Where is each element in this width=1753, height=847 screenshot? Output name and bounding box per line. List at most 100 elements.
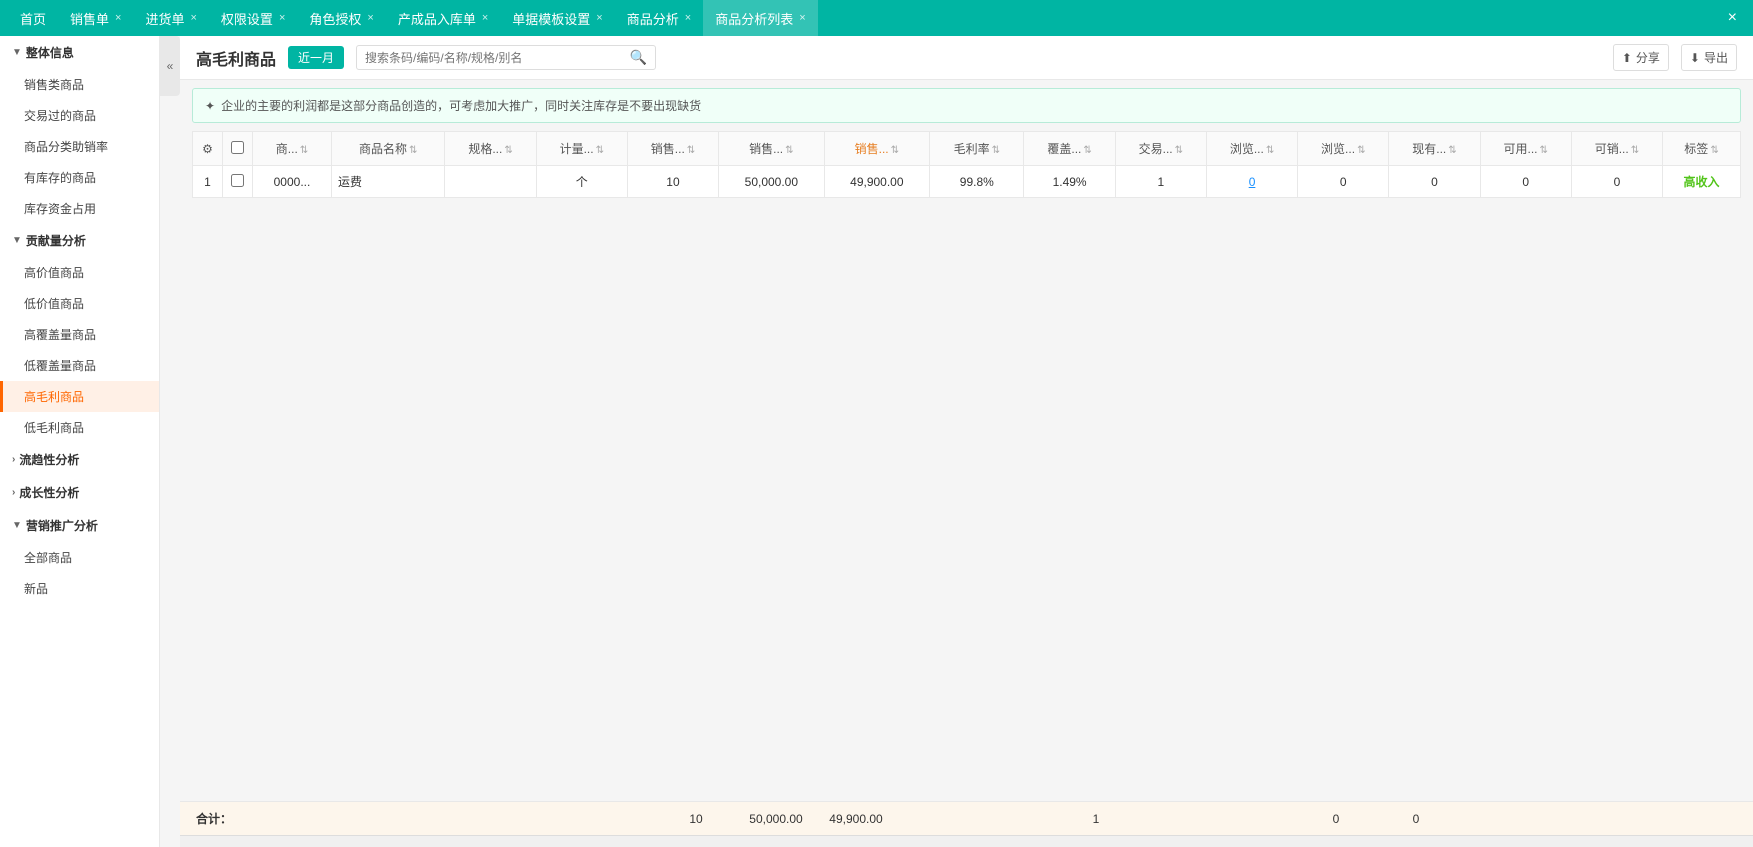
search-icon[interactable]: 🔍 bbox=[630, 49, 647, 66]
nav-item-analysis-list[interactable]: 商品分析列表 × bbox=[703, 0, 817, 36]
close-app-button[interactable]: × bbox=[1720, 9, 1745, 27]
td-sales2: 50,000.00 bbox=[719, 166, 825, 198]
th-available[interactable]: 可用...⇅ bbox=[1480, 132, 1571, 166]
close-template-tab[interactable]: × bbox=[596, 12, 602, 24]
sidebar-item-traded-goods[interactable]: 交易过的商品 bbox=[0, 100, 159, 131]
td-tag: 高收入 bbox=[1663, 166, 1741, 198]
td-unit: 个 bbox=[536, 166, 627, 198]
th-settings[interactable]: ⚙ bbox=[193, 132, 223, 166]
sidebar-section-contribution[interactable]: ▼ 贡献量分析 bbox=[0, 224, 159, 257]
nav-item-permission[interactable]: 权限设置 × bbox=[209, 0, 297, 36]
td-index: 1 bbox=[193, 166, 223, 198]
info-icon: ✦ bbox=[205, 99, 215, 113]
content-header: 高毛利商品 近一月 🔍 ⬆ 分享 ⬇ 导出 bbox=[180, 36, 1753, 80]
info-banner: ✦ 企业的主要的利润都是这部分商品创造的，可考虑加大推广，同时关注库存是不要出现… bbox=[192, 88, 1741, 123]
sidebar-item-stock-fund[interactable]: 库存资金占用 bbox=[0, 193, 159, 224]
th-trade[interactable]: 交易...⇅ bbox=[1115, 132, 1206, 166]
sidebar: ▼ 整体信息 销售类商品 交易过的商品 商品分类助销率 有库存的商品 库存资金占… bbox=[0, 36, 160, 847]
td-coverage: 1.49% bbox=[1024, 166, 1115, 198]
td-code: 0000... bbox=[253, 166, 332, 198]
sidebar-item-new-goods[interactable]: 新品 bbox=[0, 573, 159, 604]
sidebar-section-overall[interactable]: ▼ 整体信息 bbox=[0, 36, 159, 69]
sidebar-collapse-button[interactable]: « bbox=[160, 36, 180, 96]
th-gross-rate[interactable]: 毛利率⇅ bbox=[930, 132, 1024, 166]
close-role-tab[interactable]: × bbox=[367, 12, 373, 24]
close-analysis-tab[interactable]: × bbox=[685, 12, 691, 24]
th-tag[interactable]: 标签⇅ bbox=[1663, 132, 1741, 166]
th-unit[interactable]: 计量...⇅ bbox=[536, 132, 627, 166]
td-checkbox[interactable] bbox=[223, 166, 253, 198]
td-saleable: 0 bbox=[1571, 166, 1662, 198]
share-button[interactable]: ⬆ 分享 bbox=[1613, 44, 1669, 71]
close-permission-tab[interactable]: × bbox=[279, 12, 285, 24]
nav-item-home[interactable]: 首页 bbox=[8, 0, 58, 36]
close-product-in-tab[interactable]: × bbox=[482, 12, 488, 24]
th-code[interactable]: 商...⇅ bbox=[253, 132, 332, 166]
close-sales-tab[interactable]: × bbox=[115, 12, 121, 24]
td-sales3: 49,900.00 bbox=[824, 166, 930, 198]
footer-trade: 1 bbox=[1056, 812, 1136, 826]
sidebar-section-contribution-items: 高价值商品 低价值商品 高覆盖量商品 低覆盖量商品 高毛利商品 低毛利商品 bbox=[0, 257, 159, 443]
nav-item-sales[interactable]: 销售单 × bbox=[58, 0, 133, 36]
sidebar-item-all-goods[interactable]: 全部商品 bbox=[0, 542, 159, 573]
nav-item-template[interactable]: 单据模板设置 × bbox=[500, 0, 614, 36]
search-box: 🔍 bbox=[356, 45, 656, 70]
sidebar-item-high-margin[interactable]: 高毛利商品 bbox=[0, 381, 159, 412]
table-header-row: ⚙ 商...⇅ 商品名称⇅ 规格...⇅ 计量...⇅ 销售...⇅ 销售...… bbox=[193, 132, 1741, 166]
td-browse2: 0 bbox=[1298, 166, 1389, 198]
footer-sales3: 49,900.00 bbox=[816, 812, 896, 826]
td-browse1[interactable]: 0 bbox=[1206, 166, 1297, 198]
th-current[interactable]: 现有...⇅ bbox=[1389, 132, 1480, 166]
export-icon: ⬇ bbox=[1690, 51, 1700, 65]
th-sales1[interactable]: 销售...⇅ bbox=[627, 132, 718, 166]
footer-totals: 合计： 10 50,000.00 49,900.00 1 0 0 bbox=[180, 801, 1753, 835]
sidebar-item-high-value[interactable]: 高价值商品 bbox=[0, 257, 159, 288]
nav-item-analysis[interactable]: 商品分析 × bbox=[615, 0, 703, 36]
td-gross-rate: 99.8% bbox=[930, 166, 1024, 198]
sidebar-section-flow[interactable]: › 流趋性分析 bbox=[0, 443, 159, 476]
sidebar-item-low-value[interactable]: 低价值商品 bbox=[0, 288, 159, 319]
th-sales3[interactable]: 销售...⇅ bbox=[824, 132, 930, 166]
section-arrow-growth: › bbox=[12, 487, 15, 498]
sidebar-section-overall-items: 销售类商品 交易过的商品 商品分类助销率 有库存的商品 库存资金占用 bbox=[0, 69, 159, 224]
search-input[interactable] bbox=[365, 51, 624, 65]
footer-label: 合计： bbox=[196, 810, 256, 827]
top-navigation: 首页 销售单 × 进货单 × 权限设置 × 角色授权 × 产成品入库单 × 单据… bbox=[0, 0, 1753, 36]
td-sales1: 10 bbox=[627, 166, 718, 198]
th-coverage[interactable]: 覆盖...⇅ bbox=[1024, 132, 1115, 166]
sidebar-section-marketing-items: 全部商品 新品 bbox=[0, 542, 159, 604]
nav-item-product-in[interactable]: 产成品入库单 × bbox=[386, 0, 500, 36]
sidebar-wrapper: ▼ 整体信息 销售类商品 交易过的商品 商品分类助销率 有库存的商品 库存资金占… bbox=[0, 36, 180, 847]
nav-item-purchase[interactable]: 进货单 × bbox=[133, 0, 208, 36]
close-analysis-list-tab[interactable]: × bbox=[799, 12, 805, 24]
sidebar-item-category-rate[interactable]: 商品分类助销率 bbox=[0, 131, 159, 162]
bottom-scrollbar[interactable] bbox=[180, 835, 1753, 847]
select-all-checkbox[interactable] bbox=[231, 141, 244, 154]
td-current: 0 bbox=[1389, 166, 1480, 198]
nav-item-role[interactable]: 角色授权 × bbox=[297, 0, 385, 36]
th-checkbox[interactable] bbox=[223, 132, 253, 166]
section-arrow-contribution: ▼ bbox=[12, 235, 22, 246]
sidebar-item-low-margin[interactable]: 低毛利商品 bbox=[0, 412, 159, 443]
sidebar-item-stock-goods[interactable]: 有库存的商品 bbox=[0, 162, 159, 193]
th-browse2[interactable]: 浏览...⇅ bbox=[1298, 132, 1389, 166]
th-saleable[interactable]: 可销...⇅ bbox=[1571, 132, 1662, 166]
th-spec[interactable]: 规格...⇅ bbox=[445, 132, 536, 166]
td-spec bbox=[445, 166, 536, 198]
period-button[interactable]: 近一月 bbox=[288, 46, 344, 69]
footer-sales1: 10 bbox=[656, 812, 736, 826]
sidebar-section-marketing[interactable]: ▼ 营销推广分析 bbox=[0, 509, 159, 542]
section-arrow-overall: ▼ bbox=[12, 47, 22, 58]
th-sales2[interactable]: 销售...⇅ bbox=[719, 132, 825, 166]
th-name[interactable]: 商品名称⇅ bbox=[331, 132, 444, 166]
sidebar-item-low-coverage[interactable]: 低覆盖量商品 bbox=[0, 350, 159, 381]
th-browse1[interactable]: 浏览...⇅ bbox=[1206, 132, 1297, 166]
export-button[interactable]: ⬇ 导出 bbox=[1681, 44, 1737, 71]
footer-current: 0 bbox=[1296, 812, 1376, 826]
sidebar-section-growth[interactable]: › 成长性分析 bbox=[0, 476, 159, 509]
close-purchase-tab[interactable]: × bbox=[190, 12, 196, 24]
row-checkbox[interactable] bbox=[231, 174, 244, 187]
content-area: 高毛利商品 近一月 🔍 ⬆ 分享 ⬇ 导出 ✦ 企业的主要的利润都是这部分商品创… bbox=[180, 36, 1753, 847]
sidebar-item-sales-goods[interactable]: 销售类商品 bbox=[0, 69, 159, 100]
sidebar-item-high-coverage[interactable]: 高覆盖量商品 bbox=[0, 319, 159, 350]
